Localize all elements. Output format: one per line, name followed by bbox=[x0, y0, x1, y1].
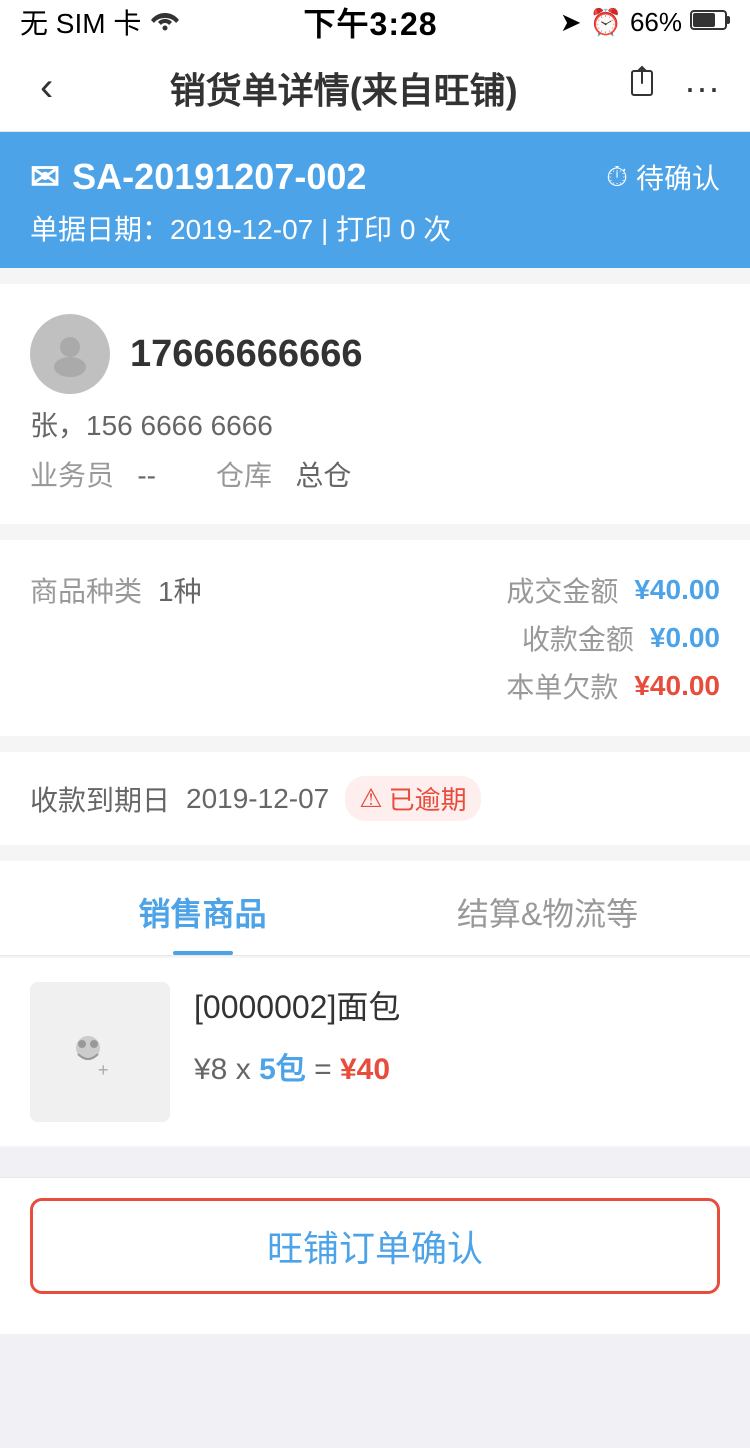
status-right: ➤ ⏰ 66% bbox=[560, 7, 730, 38]
customer-phone: 17666666666 bbox=[130, 333, 362, 376]
price-quantity: 5包 bbox=[259, 1053, 306, 1086]
amount-value: ¥40.00 bbox=[634, 574, 720, 606]
product-type-row: 商品种类 1种 bbox=[30, 570, 202, 610]
due-row: 本单欠款 ¥40.00 bbox=[506, 666, 720, 706]
status-left: 无 SIM 卡 bbox=[20, 2, 181, 42]
product-name: [0000002]面包 bbox=[194, 982, 720, 1028]
order-banner: ✉ SA-20191207-002 ⏱ 待确认 单据日期：2019-12-07 … bbox=[0, 132, 750, 268]
svg-text:+: + bbox=[98, 1060, 109, 1080]
product-thumbnail: + bbox=[30, 982, 170, 1122]
back-button[interactable]: ‹ bbox=[30, 55, 63, 120]
carrier-label: 无 SIM 卡 bbox=[20, 2, 141, 42]
summary-section: 商品种类 1种 成交金额 ¥40.00 收款金额 ¥0.00 本单欠款 ¥40.… bbox=[0, 540, 750, 736]
product-type-value: 1种 bbox=[158, 570, 202, 610]
due-date-label: 收款到期日 bbox=[30, 779, 170, 819]
nav-bar: ‹ 销货单详情(来自旺铺) ··· bbox=[0, 44, 750, 132]
product-type-label: 商品种类 bbox=[30, 570, 142, 610]
avatar bbox=[30, 314, 110, 394]
warehouse-value: 总仓 bbox=[295, 460, 351, 491]
order-date: 单据日期：2019-12-07 | 打印 0 次 bbox=[30, 208, 720, 248]
battery-icon bbox=[690, 7, 730, 38]
due-value: ¥40.00 bbox=[634, 670, 720, 702]
due-date-value: 2019-12-07 bbox=[186, 783, 329, 815]
customer-meta: 业务员 -- 仓库 总仓 bbox=[30, 454, 720, 494]
price-equals: = bbox=[314, 1053, 332, 1086]
received-value: ¥0.00 bbox=[650, 622, 720, 654]
customer-section: 17666666666 张，156 6666 6666 业务员 -- 仓库 总仓 bbox=[0, 284, 750, 524]
wifi-icon bbox=[149, 6, 181, 38]
bottom-button-area: 旺铺订单确认 bbox=[0, 1177, 750, 1334]
amount-row: 成交金额 ¥40.00 bbox=[506, 570, 720, 610]
tabs-section: 销售商品 结算&物流等 bbox=[0, 861, 750, 956]
page-title: 销货单详情(来自旺铺) bbox=[170, 62, 518, 114]
salesman-value: -- bbox=[137, 460, 156, 491]
tab-settlement[interactable]: 结算&物流等 bbox=[375, 861, 720, 955]
more-button[interactable]: ··· bbox=[684, 67, 720, 109]
confirm-button[interactable]: 旺铺订单确认 bbox=[30, 1198, 720, 1294]
order-icon: ✉ bbox=[30, 156, 60, 198]
overdue-text: 已逾期 bbox=[389, 780, 467, 817]
due-section: 收款到期日 2019-12-07 ⚠ 已逾期 bbox=[0, 752, 750, 845]
status-text: 待确认 bbox=[636, 157, 720, 197]
product-row: + [0000002]面包 ¥8 x 5包 = ¥40 bbox=[30, 982, 720, 1122]
price-base: ¥8 x bbox=[194, 1053, 251, 1086]
nav-actions: ··· bbox=[624, 65, 720, 110]
price-total: ¥40 bbox=[340, 1053, 390, 1086]
overdue-badge: ⚠ 已逾期 bbox=[345, 776, 480, 821]
status-bar: 无 SIM 卡 下午3:28 ➤ ⏰ 66% bbox=[0, 0, 750, 44]
product-price: ¥8 x 5包 = ¥40 bbox=[194, 1044, 720, 1088]
order-status: ⏱ 待确认 bbox=[606, 157, 720, 197]
due-label: 本单欠款 bbox=[506, 666, 618, 706]
confirm-button-label: 旺铺订单确认 bbox=[267, 1220, 483, 1272]
salesman-label: 业务员 bbox=[30, 460, 114, 491]
received-row: 收款金额 ¥0.00 bbox=[522, 618, 720, 658]
warning-icon: ⚠ bbox=[359, 783, 382, 814]
received-label: 收款金额 bbox=[522, 618, 634, 658]
share-button[interactable] bbox=[624, 65, 660, 110]
status-time: 下午3:28 bbox=[304, 0, 438, 45]
warehouse-label: 仓库 bbox=[216, 460, 272, 491]
customer-contact: 张，156 6666 6666 bbox=[30, 404, 720, 444]
product-section: + [0000002]面包 ¥8 x 5包 = ¥40 bbox=[0, 958, 750, 1146]
order-id: ✉ SA-20191207-002 bbox=[30, 156, 366, 198]
clock-icon: ⏱ bbox=[606, 161, 628, 194]
product-info: [0000002]面包 ¥8 x 5包 = ¥40 bbox=[194, 982, 720, 1088]
battery-label: 66% bbox=[630, 7, 682, 38]
tab-sales[interactable]: 销售商品 bbox=[30, 861, 375, 955]
location-icon: ➤ bbox=[560, 7, 582, 38]
alarm-icon: ⏰ bbox=[590, 7, 622, 38]
amount-label: 成交金额 bbox=[506, 570, 618, 610]
